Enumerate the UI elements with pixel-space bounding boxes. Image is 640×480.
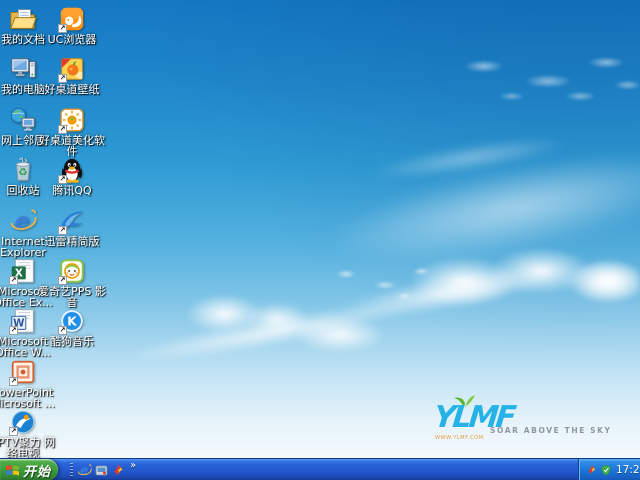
desktop-icon-pptv[interactable]: ↗PPTV聚力 网 络电视 — [0, 408, 55, 459]
desktop-icon-iqiyi-pps[interactable]: ↗ 爱奇艺PPS 影 音 — [38, 257, 106, 308]
shortcut-arrow-icon: ↗ — [58, 276, 67, 285]
desktop-icon-grid: 我的文档 ↗ UC浏览器 我的电脑 ↗ 好桌道壁纸 网上邻居 ↗ 好桌道美化软 件 ♻ 回收站 ↗ 腾讯… — [0, 0, 640, 480]
shortcut-arrow-icon: ↗ — [58, 226, 67, 235]
shortcut-arrow-icon: ↗ — [58, 24, 67, 33]
svg-text:♻: ♻ — [18, 167, 27, 179]
desktop-icon-label: 好桌道美化软 件 — [39, 134, 105, 158]
start-label: 开始 — [23, 464, 52, 480]
shortcut-arrow-icon: ↗ — [58, 125, 67, 134]
quick-launch-app-2-icon[interactable] — [94, 463, 109, 478]
desktop-icon-label: 酷狗音乐 — [50, 335, 94, 348]
desktop-icon-label: PPTV聚力 网 络电视 — [0, 436, 55, 460]
desktop-icon-tencent-qq[interactable]: ↗ 腾讯QQ — [50, 156, 94, 196]
quick-launch-overflow-chevron[interactable]: » — [130, 459, 136, 471]
word-icon: W ↗ — [8, 307, 38, 335]
desktop-icon-label: UC浏览器 — [47, 33, 97, 46]
wallpaper-icon: ↗ — [57, 55, 87, 83]
computer-icon — [8, 55, 38, 83]
shortcut-arrow-icon: ↗ — [9, 276, 18, 285]
shortcut-arrow-icon: ↗ — [58, 175, 67, 184]
desktop-icon-microsoft-powerpoint[interactable]: ↗PowerPoint Microsoft ... — [0, 358, 55, 409]
taskbar: 开始 e» 17:23 — [0, 458, 640, 480]
quick-launch-bar: e» — [64, 459, 136, 480]
desktop-icon-label: 迅雷精简版 — [44, 235, 100, 248]
tray-swoosh-icon[interactable] — [586, 464, 598, 476]
desktop-icon-microsoft-word[interactable]: W↗Microsoft Office W... — [0, 307, 51, 358]
taskbar-clock[interactable]: 17:23 — [616, 464, 640, 476]
xunlei-icon: ↗ — [57, 207, 87, 235]
shortcut-arrow-icon: ↗ — [58, 74, 67, 83]
recycle-icon: ♻ — [8, 156, 38, 184]
pptv-icon: ↗ — [8, 408, 38, 436]
tray-security-icon[interactable] — [600, 464, 612, 476]
ie-icon: e — [8, 207, 38, 235]
desktop-icon-label: 腾讯QQ — [52, 184, 92, 197]
desktop-icon-kugou-music[interactable]: K ↗ 酷狗音乐 — [50, 307, 94, 347]
svg-text:e: e — [80, 463, 88, 477]
desktop-icon-uc-browser[interactable]: ↗ UC浏览器 — [48, 5, 96, 45]
quick-launch-drag-handle[interactable] — [70, 463, 73, 477]
uc-icon: ↗ — [57, 5, 87, 33]
start-button[interactable]: 开始 — [0, 459, 58, 480]
desktop-icon-label: PowerPoint Microsoft ... — [0, 386, 56, 410]
beautify-icon: ↗ — [57, 106, 87, 134]
shortcut-arrow-icon: ↗ — [9, 377, 18, 386]
svg-text:K: K — [67, 315, 77, 329]
shortcut-arrow-icon: ↗ — [9, 326, 18, 335]
shortcut-arrow-icon: ↗ — [58, 326, 67, 335]
svg-text:e: e — [15, 208, 30, 234]
desktop-icon-haozhuodao-beautify[interactable]: ↗ 好桌道美化软 件 — [39, 106, 105, 157]
windows-logo-icon — [6, 465, 19, 476]
folder-doc-icon — [8, 5, 38, 33]
network-icon — [8, 106, 38, 134]
ppt-icon: ↗ — [8, 358, 38, 386]
kugou-icon: K ↗ — [57, 307, 87, 335]
system-tray: 17:23 — [579, 459, 640, 480]
pps-icon: ↗ — [57, 257, 87, 285]
desktop: YLMF SOAR ABOVE THE SKY WWW.YLMF.COM 我的文… — [0, 0, 640, 480]
shortcut-arrow-icon: ↗ — [9, 427, 18, 436]
excel-icon: X ↗ — [8, 257, 38, 285]
quick-launch-app-3-icon[interactable] — [111, 463, 126, 478]
quick-launch-internet-explorer-icon[interactable]: e — [77, 463, 92, 478]
desktop-icon-haozhuodao-wallpaper[interactable]: ↗ 好桌道壁纸 — [45, 55, 100, 95]
desktop-icon-internet-explorer[interactable]: e Internet Explorer — [0, 207, 46, 258]
desktop-icon-label: 爱奇艺PPS 影 音 — [38, 285, 106, 309]
desktop-icon-xunlei-lite[interactable]: ↗ 迅雷精简版 — [45, 207, 100, 247]
qq-icon: ↗ — [57, 156, 87, 184]
desktop-icon-label: 好桌道壁纸 — [44, 83, 100, 96]
